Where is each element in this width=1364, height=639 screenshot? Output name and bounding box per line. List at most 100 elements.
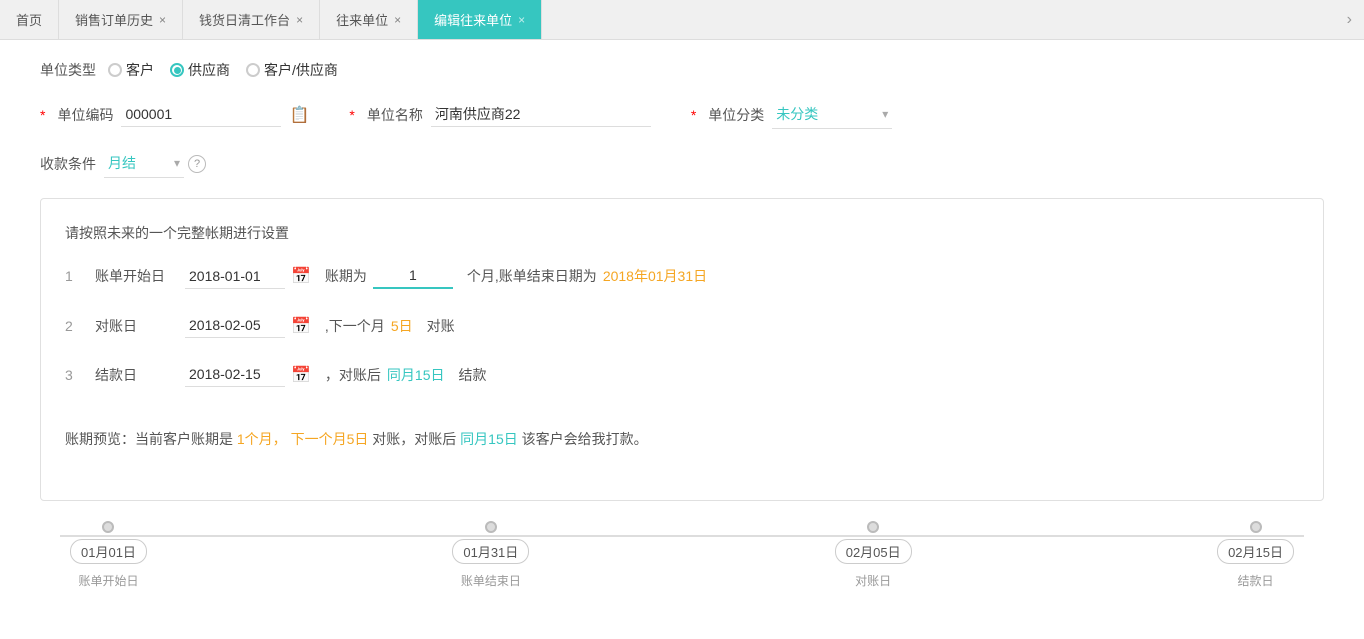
radio-both[interactable]: 客户/供应商 bbox=[246, 60, 338, 80]
timeline-date-4: 02月15日 bbox=[1217, 539, 1294, 564]
timeline-wrapper: 01月01日 账单开始日 01月31日 账单结束日 02月05日 对账日 02月… bbox=[40, 521, 1324, 619]
unit-info-row: * 单位编码 📋 * 单位名称 * 单位分类 未分类 ▾ bbox=[40, 100, 1324, 129]
row-3-desc-suffix: 结款 bbox=[459, 365, 487, 385]
tab-cash-label: 钱货日清工作台 bbox=[199, 10, 290, 29]
row-2-value: 📅 ,下一个月 5日 对账 bbox=[185, 313, 455, 338]
period-input[interactable] bbox=[373, 263, 453, 289]
row-1-desc-prefix: 账期为 bbox=[325, 266, 367, 286]
row-3-desc-prefix: ，对账后 bbox=[325, 365, 381, 385]
timeline-date-3: 02月05日 bbox=[835, 539, 912, 564]
row-2-date-input[interactable] bbox=[185, 313, 285, 338]
tab-edit-label: 编辑往来单位 bbox=[434, 10, 512, 29]
tab-sales-close[interactable]: × bbox=[159, 13, 166, 27]
section-title: 请按照未来的一个完整帐期进行设置 bbox=[65, 223, 1299, 243]
tab-partner-close[interactable]: × bbox=[394, 13, 401, 27]
timeline-node-1: 01月01日 账单开始日 bbox=[70, 521, 147, 589]
row-1-num: 1 bbox=[65, 268, 95, 284]
row-1-end-date: 2018年01月31日 bbox=[603, 266, 707, 286]
row-2-key: 对账日 bbox=[95, 316, 185, 336]
timeline-node-3: 02月05日 对账日 bbox=[835, 521, 912, 589]
unit-code-group: * 单位编码 📋 bbox=[40, 102, 309, 127]
radio-supplier-circle bbox=[170, 63, 184, 77]
payment-terms-label: 收款条件 bbox=[40, 154, 96, 174]
unit-code-input[interactable] bbox=[121, 102, 281, 127]
preview-text: 账期预览：当前客户账期是 1个月， 下一个月5日 对账，对账后 同月15日 该客… bbox=[65, 427, 1299, 452]
unit-name-input[interactable] bbox=[431, 102, 651, 127]
row-1-desc-suffix: 个月,账单结束日期为 bbox=[467, 266, 597, 286]
row-3-cal-icon[interactable]: 📅 bbox=[291, 365, 311, 385]
unit-type-radio-group: 客户 供应商 客户/供应商 bbox=[108, 60, 338, 80]
unit-cat-value: 未分类 bbox=[776, 104, 878, 124]
preview-label: 账期预览：当前客户账期是 bbox=[65, 431, 233, 447]
unit-cat-star: * bbox=[691, 107, 696, 123]
payment-terms-dropdown[interactable]: 月结 ▾ bbox=[104, 149, 184, 178]
unit-cat-label: 单位分类 bbox=[708, 105, 764, 125]
tab-bar: 首页 销售订单历史 × 钱货日清工作台 × 往来单位 × 编辑往来单位 × › bbox=[0, 0, 1364, 40]
row-2-num: 2 bbox=[65, 318, 95, 334]
unit-name-label: 单位名称 bbox=[367, 105, 423, 125]
tab-edit-partner[interactable]: 编辑往来单位 × bbox=[418, 0, 542, 39]
unit-category-group: * 单位分类 未分类 ▾ bbox=[691, 100, 892, 129]
unit-name-star: * bbox=[349, 107, 354, 123]
tab-scroll-arrow[interactable]: › bbox=[1335, 11, 1364, 29]
tab-home[interactable]: 首页 bbox=[0, 0, 59, 39]
timeline-dot-3 bbox=[867, 521, 879, 533]
main-content: 单位类型 客户 供应商 客户/供应商 * 单位编码 📋 * 单位名称 bbox=[0, 40, 1364, 639]
payment-terms-value: 月结 bbox=[108, 153, 170, 173]
data-row-3: 3 结款日 📅 ，对账后 同月15日 结款 bbox=[65, 362, 1299, 387]
preview-section: 账期预览：当前客户账期是 1个月， 下一个月5日 对账，对账后 同月15日 该客… bbox=[65, 411, 1299, 452]
radio-supplier-label: 供应商 bbox=[188, 60, 230, 80]
timeline-dot-1 bbox=[102, 521, 114, 533]
unit-cat-dropdown[interactable]: 未分类 ▾ bbox=[772, 100, 892, 129]
tab-partner-unit[interactable]: 往来单位 × bbox=[320, 0, 418, 39]
radio-both-label: 客户/供应商 bbox=[264, 60, 338, 80]
row-1-cal-icon[interactable]: 📅 bbox=[291, 266, 311, 286]
timeline-node-4: 02月15日 结款日 bbox=[1217, 521, 1294, 589]
unit-type-row: 单位类型 客户 供应商 客户/供应商 bbox=[40, 60, 1324, 80]
unit-name-group: * 单位名称 bbox=[349, 102, 650, 127]
timeline-date-1: 01月01日 bbox=[70, 539, 147, 564]
preview-mid: 对账，对账后 bbox=[372, 431, 456, 447]
unit-code-star: * bbox=[40, 107, 45, 123]
timeline-sublabel-1: 账单开始日 bbox=[78, 572, 138, 589]
tab-home-label: 首页 bbox=[16, 10, 42, 29]
data-row-1: 1 账单开始日 📅 账期为 个月,账单结束日期为 2018年01月31日 bbox=[65, 263, 1299, 289]
payment-help-icon[interactable]: ? bbox=[188, 155, 206, 173]
radio-customer-label: 客户 bbox=[126, 60, 154, 80]
timeline-dot-4 bbox=[1250, 521, 1262, 533]
row-1-key: 账单开始日 bbox=[95, 266, 185, 286]
row-2-cal-icon[interactable]: 📅 bbox=[291, 316, 311, 336]
timeline-nodes: 01月01日 账单开始日 01月31日 账单结束日 02月05日 对账日 02月… bbox=[70, 521, 1294, 589]
unit-type-label: 单位类型 bbox=[40, 60, 100, 80]
row-3-value: 📅 ，对账后 同月15日 结款 bbox=[185, 362, 487, 387]
timeline-sublabel-2: 账单结束日 bbox=[461, 572, 521, 589]
timeline-node-2: 01月31日 账单结束日 bbox=[452, 521, 529, 589]
timeline-sublabel-4: 结款日 bbox=[1238, 572, 1274, 589]
data-row-2: 2 对账日 📅 ,下一个月 5日 对账 bbox=[65, 313, 1299, 338]
timeline-date-2: 01月31日 bbox=[452, 539, 529, 564]
radio-both-circle bbox=[246, 63, 260, 77]
row-3-key: 结款日 bbox=[95, 365, 185, 385]
payment-terms-arrow: ▾ bbox=[174, 156, 180, 170]
row-1-date-input[interactable] bbox=[185, 264, 285, 289]
row-3-date-input[interactable] bbox=[185, 362, 285, 387]
timeline-sublabel-3: 对账日 bbox=[855, 572, 891, 589]
row-3-highlight: 同月15日 bbox=[387, 365, 445, 385]
preview-part1: 1个月， bbox=[237, 431, 287, 447]
section-box: 请按照未来的一个完整帐期进行设置 1 账单开始日 📅 账期为 个月,账单结束日期… bbox=[40, 198, 1324, 501]
row-2-desc-prefix: ,下一个月 bbox=[325, 316, 385, 336]
payment-terms-row: 收款条件 月结 ▾ ? bbox=[40, 149, 1324, 178]
unit-cat-arrow: ▾ bbox=[882, 107, 888, 121]
tab-edit-close[interactable]: × bbox=[518, 13, 525, 27]
tab-partner-label: 往来单位 bbox=[336, 10, 388, 29]
radio-customer-circle bbox=[108, 63, 122, 77]
tab-sales-order-history[interactable]: 销售订单历史 × bbox=[59, 0, 183, 39]
tab-cash-close[interactable]: × bbox=[296, 13, 303, 27]
timeline-dot-2 bbox=[485, 521, 497, 533]
radio-customer[interactable]: 客户 bbox=[108, 60, 154, 80]
radio-supplier[interactable]: 供应商 bbox=[170, 60, 230, 80]
row-3-num: 3 bbox=[65, 367, 95, 383]
preview-part2: 下一个月5日 bbox=[291, 431, 369, 447]
unit-code-icon[interactable]: 📋 bbox=[289, 105, 309, 125]
tab-cash-daily[interactable]: 钱货日清工作台 × bbox=[183, 0, 320, 39]
